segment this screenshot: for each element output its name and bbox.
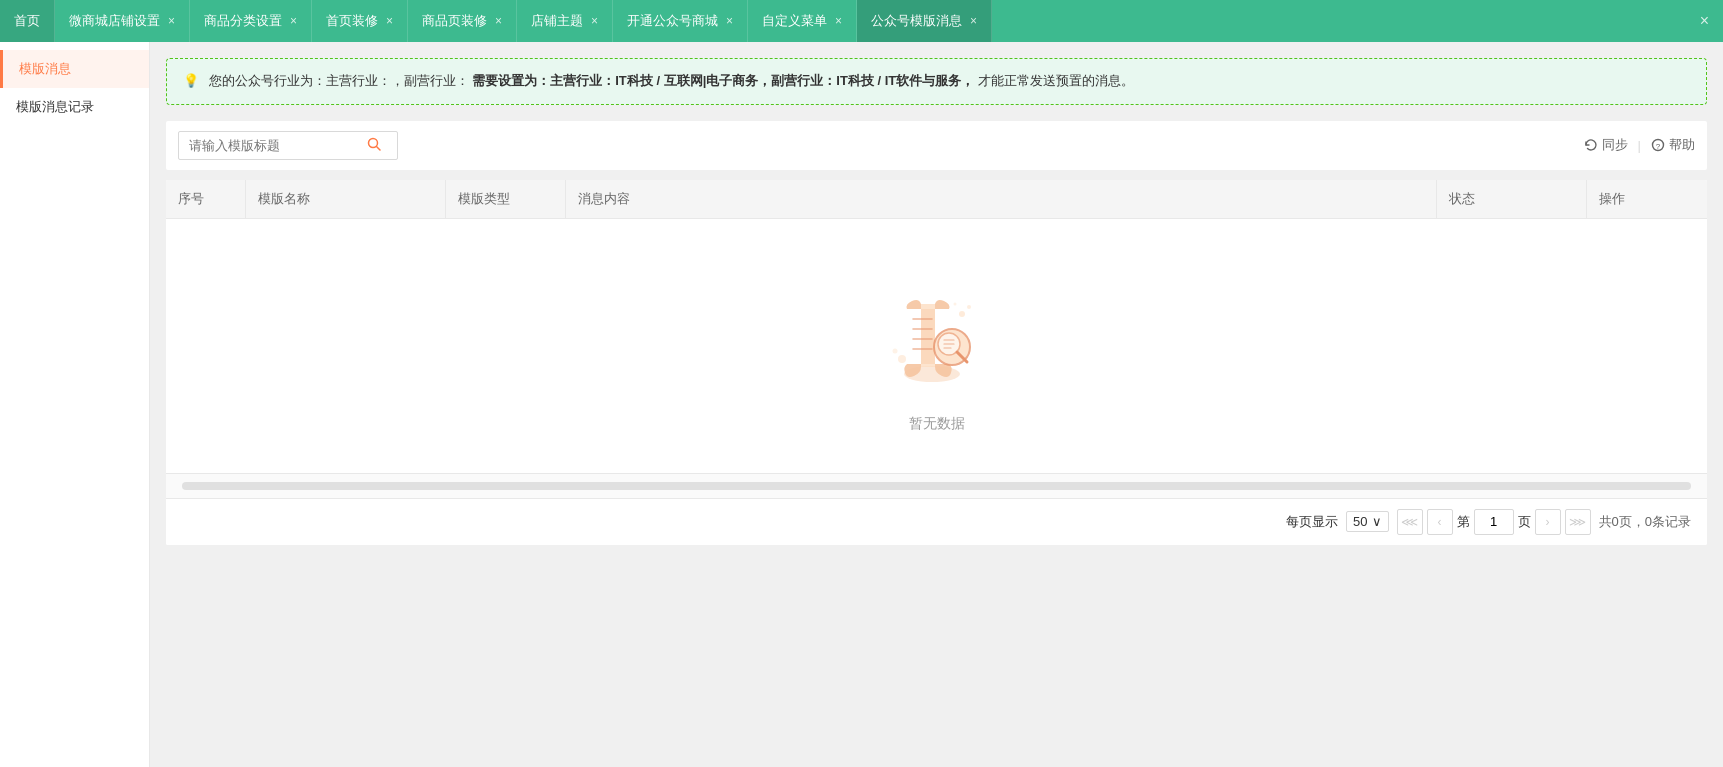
tab-template-msg-label: 公众号模版消息 bbox=[871, 12, 962, 30]
sidebar: 模版消息 模版消息记录 bbox=[0, 42, 150, 767]
tab-wsc-settings[interactable]: 微商城店铺设置 × bbox=[55, 0, 190, 42]
pagination: 每页显示 50 ∨ ⋘ ‹ 第 页 › ⋙ 共0页，0条记录 bbox=[166, 498, 1707, 545]
tab-open-mall-label: 开通公众号商城 bbox=[627, 12, 718, 30]
svg-point-19 bbox=[898, 355, 906, 363]
tab-product-decor[interactable]: 商品页装修 × bbox=[408, 0, 517, 42]
page-size-arrow: ∨ bbox=[1372, 514, 1382, 529]
svg-point-20 bbox=[892, 348, 897, 353]
empty-illustration bbox=[877, 279, 997, 399]
tab-store-theme[interactable]: 店铺主题 × bbox=[517, 0, 613, 42]
svg-rect-5 bbox=[921, 304, 935, 367]
th-type: 模版类型 bbox=[446, 180, 566, 218]
page-number-input[interactable] bbox=[1474, 509, 1514, 535]
th-seq: 序号 bbox=[166, 180, 246, 218]
tab-product-decor-label: 商品页装修 bbox=[422, 12, 487, 30]
page-nav: ⋘ ‹ 第 页 › ⋙ bbox=[1397, 509, 1591, 535]
page-total: 共0页，0条记录 bbox=[1599, 513, 1691, 531]
tab-wsc-settings-label: 微商城店铺设置 bbox=[69, 12, 160, 30]
notice-icon: 💡 bbox=[183, 73, 199, 88]
help-label: 帮助 bbox=[1669, 136, 1695, 154]
help-icon: ? bbox=[1651, 138, 1665, 152]
notice-box: 💡 您的公众号行业为：主营行业：，副营行业： 需要设置为：主营行业：IT科技 /… bbox=[166, 58, 1707, 105]
tab-home-label: 首页 bbox=[14, 12, 40, 30]
tab-home[interactable]: 首页 bbox=[0, 0, 55, 42]
sidebar-item-template-msg-record[interactable]: 模版消息记录 bbox=[0, 88, 149, 126]
sync-button[interactable]: 同步 bbox=[1584, 136, 1628, 154]
tab-product-category[interactable]: 商品分类设置 × bbox=[190, 0, 312, 42]
tab-open-mall[interactable]: 开通公众号商城 × bbox=[613, 0, 748, 42]
page-label-prefix: 第 bbox=[1457, 513, 1470, 531]
th-content: 消息内容 bbox=[566, 180, 1437, 218]
table-header: 序号 模版名称 模版类型 消息内容 状态 操作 bbox=[166, 180, 1707, 219]
toolbar: 同步 | ? 帮助 bbox=[166, 121, 1707, 170]
th-status: 状态 bbox=[1437, 180, 1587, 218]
main-layout: 模版消息 模版消息记录 💡 您的公众号行业为：主营行业：，副营行业： 需要设置为… bbox=[0, 42, 1723, 767]
tab-bar-close-all[interactable]: × bbox=[1686, 12, 1723, 30]
content-area: 💡 您的公众号行业为：主营行业：，副营行业： 需要设置为：主营行业：IT科技 /… bbox=[150, 42, 1723, 767]
sync-label: 同步 bbox=[1602, 136, 1628, 154]
notice-suffix: 才能正常发送预置的消息。 bbox=[978, 73, 1134, 88]
tab-open-mall-close[interactable]: × bbox=[726, 14, 733, 28]
tab-custom-menu[interactable]: 自定义菜单 × bbox=[748, 0, 857, 42]
svg-point-18 bbox=[953, 302, 956, 305]
search-icon bbox=[367, 137, 381, 151]
page-size-select[interactable]: 50 ∨ bbox=[1346, 511, 1388, 532]
page-prev-button[interactable]: ‹ bbox=[1427, 509, 1453, 535]
page-size-label: 每页显示 bbox=[1286, 513, 1338, 531]
page-label-suffix: 页 bbox=[1518, 513, 1531, 531]
sync-icon bbox=[1584, 138, 1598, 152]
page-first-button[interactable]: ⋘ bbox=[1397, 509, 1423, 535]
help-button[interactable]: ? 帮助 bbox=[1651, 136, 1695, 154]
tab-product-decor-close[interactable]: × bbox=[495, 14, 502, 28]
svg-line-1 bbox=[377, 146, 381, 150]
page-last-button[interactable]: ⋙ bbox=[1565, 509, 1591, 535]
notice-prefix: 您的公众号行业为：主营行业：，副营行业： bbox=[209, 73, 469, 88]
empty-state: 暂无数据 bbox=[166, 219, 1707, 473]
sidebar-item-template-msg[interactable]: 模版消息 bbox=[0, 50, 149, 88]
horizontal-scrollbar[interactable] bbox=[182, 482, 1691, 490]
notice-highlight: 需要设置为：主营行业：IT科技 / 互联网|电子商务，副营行业：IT科技 / I… bbox=[472, 73, 974, 88]
tab-wsc-settings-close[interactable]: × bbox=[168, 14, 175, 28]
tab-product-category-label: 商品分类设置 bbox=[204, 12, 282, 30]
tab-homepage-decor[interactable]: 首页装修 × bbox=[312, 0, 408, 42]
tab-homepage-decor-label: 首页装修 bbox=[326, 12, 378, 30]
tab-custom-menu-close[interactable]: × bbox=[835, 14, 842, 28]
toolbar-right: 同步 | ? 帮助 bbox=[1584, 136, 1695, 154]
tab-template-msg-close[interactable]: × bbox=[970, 14, 977, 28]
search-button[interactable] bbox=[359, 132, 389, 159]
tab-product-category-close[interactable]: × bbox=[290, 14, 297, 28]
tab-store-theme-label: 店铺主题 bbox=[531, 12, 583, 30]
search-input[interactable] bbox=[179, 133, 359, 158]
svg-point-17 bbox=[967, 305, 971, 309]
tab-store-theme-close[interactable]: × bbox=[591, 14, 598, 28]
tab-custom-menu-label: 自定义菜单 bbox=[762, 12, 827, 30]
page-next-button[interactable]: › bbox=[1535, 509, 1561, 535]
empty-text: 暂无数据 bbox=[909, 415, 965, 433]
search-box bbox=[178, 131, 398, 160]
toolbar-divider: | bbox=[1638, 138, 1641, 153]
svg-text:?: ? bbox=[1656, 142, 1661, 151]
tab-bar: 首页 微商城店铺设置 × 商品分类设置 × 首页装修 × 商品页装修 × 店铺主… bbox=[0, 0, 1723, 42]
th-action: 操作 bbox=[1587, 180, 1707, 218]
th-name: 模版名称 bbox=[246, 180, 446, 218]
svg-point-16 bbox=[959, 311, 965, 317]
table-container: 序号 模版名称 模版类型 消息内容 状态 操作 bbox=[166, 180, 1707, 545]
scroll-bar-area bbox=[166, 473, 1707, 498]
tab-template-msg[interactable]: 公众号模版消息 × bbox=[857, 0, 992, 42]
page-size-value: 50 bbox=[1353, 514, 1367, 529]
tab-homepage-decor-close[interactable]: × bbox=[386, 14, 393, 28]
